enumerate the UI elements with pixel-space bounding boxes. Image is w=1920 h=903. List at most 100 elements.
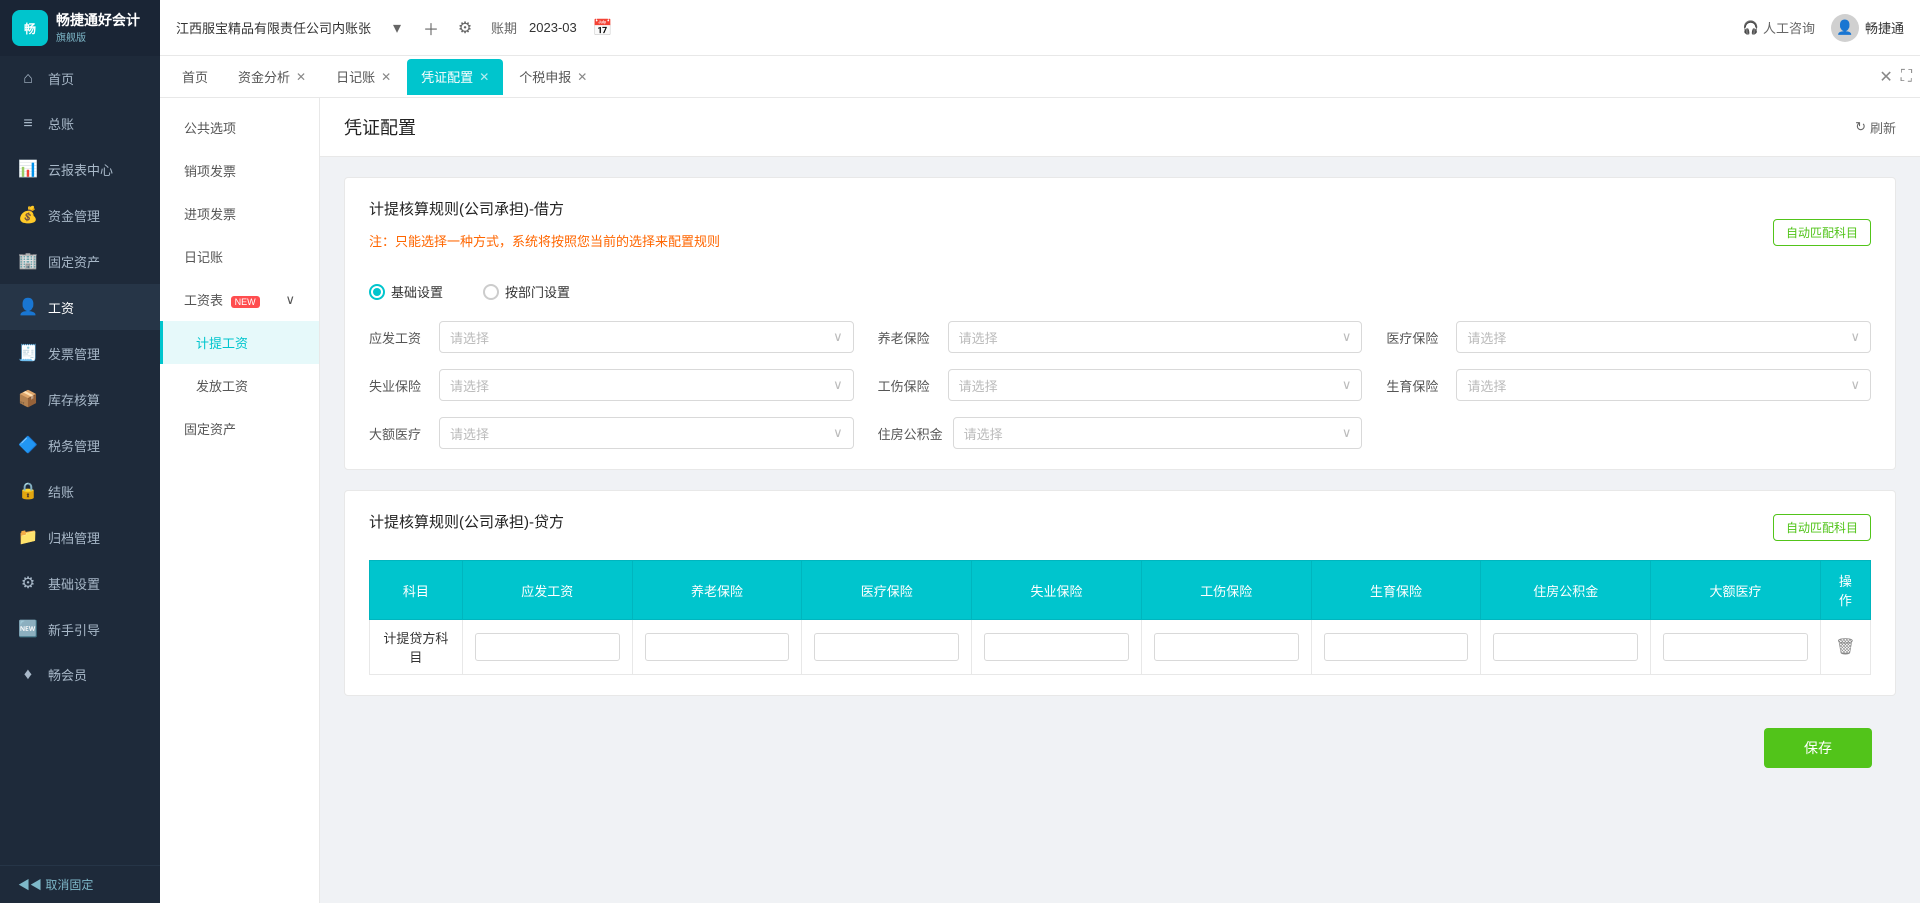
credit-section: 计提核算规则(公司承担)-贷方 自动匹配科目 科目 应发工资 养老保险 医疗保险… xyxy=(344,490,1896,696)
credit-table: 科目 应发工资 养老保险 医疗保险 失业保险 工伤保险 生育保险 住房公积金 大… xyxy=(369,560,1871,675)
sidebar-item-label: 固定资产 xyxy=(48,252,100,271)
sidebar-item-inventory[interactable]: 📦 库存核算 xyxy=(0,376,160,422)
menu-label: 销项发票 xyxy=(184,164,236,179)
auto-match-debit-btn[interactable]: 自动匹配科目 xyxy=(1773,219,1871,246)
page-title: 凭证配置 xyxy=(344,114,416,140)
tax-icon: 🔷 xyxy=(18,435,38,455)
input-pension[interactable] xyxy=(645,633,790,661)
select-placeholder: 请选择 xyxy=(450,424,489,443)
sidebar-item-settings[interactable]: ⚙ 基础设置 xyxy=(0,560,160,606)
credit-section-header: 计提核算规则(公司承担)-贷方 自动匹配科目 xyxy=(369,511,1871,544)
radio-dept[interactable]: 按部门设置 xyxy=(483,282,570,301)
label-maternity: 生育保险 xyxy=(1386,376,1446,395)
tab-voucher-label: 凭证配置 xyxy=(421,67,473,86)
select-gross-salary[interactable]: 请选择 ∨ xyxy=(439,321,854,353)
tab-journal[interactable]: 日记账 ✕ xyxy=(322,59,405,95)
cancel-pin-label: ◀◀ 取消固定 xyxy=(18,876,93,893)
cancel-pin-btn[interactable]: ◀◀ 取消固定 xyxy=(0,865,160,903)
topbar-actions: ▾ ＋ ⚙ xyxy=(383,14,479,42)
close-tax-tab[interactable]: ✕ xyxy=(577,70,587,84)
input-maternity[interactable] xyxy=(1324,633,1469,661)
select-unemployment[interactable]: 请选择 ∨ xyxy=(439,369,854,401)
menu-item-provision[interactable]: 计提工资 xyxy=(160,321,319,364)
refresh-btn[interactable]: ↻ 刷新 xyxy=(1855,118,1896,137)
menu-label: 发放工资 xyxy=(196,379,248,394)
sidebar-item-label: 基础设置 xyxy=(48,574,100,593)
chevron-down-icon: ∨ xyxy=(833,425,843,441)
debit-section: 计提核算规则(公司承担)-借方 注：只能选择一种方式，系统将按照您当前的选择来配… xyxy=(344,177,1896,470)
radio-basic[interactable]: 基础设置 xyxy=(369,282,443,301)
calendar-btn[interactable]: 📅 xyxy=(589,14,617,42)
select-housing-fund[interactable]: 请选择 ∨ xyxy=(953,417,1363,449)
ledger-icon: ≡ xyxy=(18,115,38,133)
sidebar-item-closing[interactable]: 🔒 结账 xyxy=(0,468,160,514)
delete-row-btn[interactable]: 🗑 xyxy=(1835,637,1855,657)
logo: 畅 畅捷通好会计 旗舰版 xyxy=(0,0,160,56)
form-item-gross-salary: 应发工资 请选择 ∨ xyxy=(369,321,854,353)
dropdown-btn[interactable]: ▾ xyxy=(383,14,411,42)
select-medical[interactable]: 请选择 ∨ xyxy=(1456,321,1871,353)
menu-item-issue[interactable]: 发放工资 xyxy=(160,364,319,407)
close-window-btn[interactable]: ✕ xyxy=(1879,67,1892,87)
form-item-injury: 工伤保险 请选择 ∨ xyxy=(878,369,1363,401)
col-pension: 养老保险 xyxy=(632,561,802,620)
support-btn[interactable]: 🎧 人工咨询 xyxy=(1743,18,1815,37)
menu-item-purchase-invoice[interactable]: 进项发票 xyxy=(160,192,319,235)
sidebar-item-reports[interactable]: 📊 云报表中心 xyxy=(0,146,160,192)
select-injury[interactable]: 请选择 ∨ xyxy=(948,369,1363,401)
input-injury[interactable] xyxy=(1154,633,1299,661)
input-large-med[interactable] xyxy=(1663,633,1808,661)
sidebar-item-label: 新手引导 xyxy=(48,620,100,639)
user-info[interactable]: 👤 畅捷通 xyxy=(1831,14,1904,42)
page-header: 凭证配置 ↻ 刷新 xyxy=(320,98,1920,157)
menu-label: 公共选项 xyxy=(184,121,236,136)
add-company-btn[interactable]: ＋ xyxy=(417,14,445,42)
save-button[interactable]: 保存 xyxy=(1764,728,1872,768)
save-bar: 保存 xyxy=(344,716,1896,780)
sidebar-item-ledger[interactable]: ≡ 总账 xyxy=(0,101,160,146)
label-injury: 工伤保险 xyxy=(878,376,938,395)
invoices-icon: 🧾 xyxy=(18,343,38,363)
tab-voucher[interactable]: 凭证配置 ✕ xyxy=(407,59,503,95)
select-maternity[interactable]: 请选择 ∨ xyxy=(1456,369,1871,401)
input-housing[interactable] xyxy=(1493,633,1638,661)
radio-dept-label: 按部门设置 xyxy=(505,282,570,301)
logo-icon-text: 畅 xyxy=(24,20,36,37)
col-maternity: 生育保险 xyxy=(1311,561,1481,620)
menu-label: 计提工资 xyxy=(196,336,248,351)
menu-item-public[interactable]: 公共选项 xyxy=(160,106,319,149)
gear-btn[interactable]: ⚙ xyxy=(451,14,479,42)
sidebar-item-assets[interactable]: 🏢 固定资产 xyxy=(0,238,160,284)
sidebar-item-salary[interactable]: 👤 工资 xyxy=(0,284,160,330)
sidebar-item-tax[interactable]: 🔷 税务管理 xyxy=(0,422,160,468)
tabbar-right: ✕ ⛶ xyxy=(1879,67,1912,87)
menu-group-salary[interactable]: 工资表 NEW ∨ xyxy=(160,278,319,321)
company-name: 江西服宝精品有限责任公司内账张 xyxy=(176,18,371,37)
input-medical[interactable] xyxy=(814,633,959,661)
input-gross[interactable] xyxy=(475,633,620,661)
sidebar-item-vip[interactable]: ♦ 畅会员 xyxy=(0,652,160,697)
sidebar-item-invoices[interactable]: 🧾 发票管理 xyxy=(0,330,160,376)
sidebar-nav: ⌂ 首页 ≡ 总账 📊 云报表中心 💰 资金管理 🏢 固定资产 👤 工资 🧾 发… xyxy=(0,56,160,865)
topbar-right: 🎧 人工咨询 👤 畅捷通 xyxy=(1743,14,1904,42)
close-journal-tab[interactable]: ✕ xyxy=(381,70,391,84)
tab-tax[interactable]: 个税申报 ✕ xyxy=(505,59,601,95)
sidebar-item-guide[interactable]: 🆕 新手引导 xyxy=(0,606,160,652)
content-area: 公共选项 销项发票 进项发票 日记账 工资表 NEW ∨ 计提工资 xyxy=(160,98,1920,903)
menu-item-journal[interactable]: 日记账 xyxy=(160,235,319,278)
close-voucher-tab[interactable]: ✕ xyxy=(479,70,489,84)
tab-funds[interactable]: 资金分析 ✕ xyxy=(224,59,320,95)
sidebar-item-home[interactable]: ⌂ 首页 xyxy=(0,56,160,101)
sidebar-item-archive[interactable]: 📁 归档管理 xyxy=(0,514,160,560)
tab-home[interactable]: 首页 xyxy=(168,59,222,95)
reports-icon: 📊 xyxy=(18,159,38,179)
auto-match-credit-btn[interactable]: 自动匹配科目 xyxy=(1773,514,1871,541)
sidebar-item-funds[interactable]: 💰 资金管理 xyxy=(0,192,160,238)
menu-item-sales-invoice[interactable]: 销项发票 xyxy=(160,149,319,192)
close-funds-tab[interactable]: ✕ xyxy=(296,70,306,84)
select-pension[interactable]: 请选择 ∨ xyxy=(948,321,1363,353)
menu-item-fixed-assets[interactable]: 固定资产 xyxy=(160,407,319,450)
input-unemployment[interactable] xyxy=(984,633,1129,661)
expand-window-btn[interactable]: ⛶ xyxy=(1901,68,1912,86)
select-large-medical[interactable]: 请选择 ∨ xyxy=(439,417,854,449)
